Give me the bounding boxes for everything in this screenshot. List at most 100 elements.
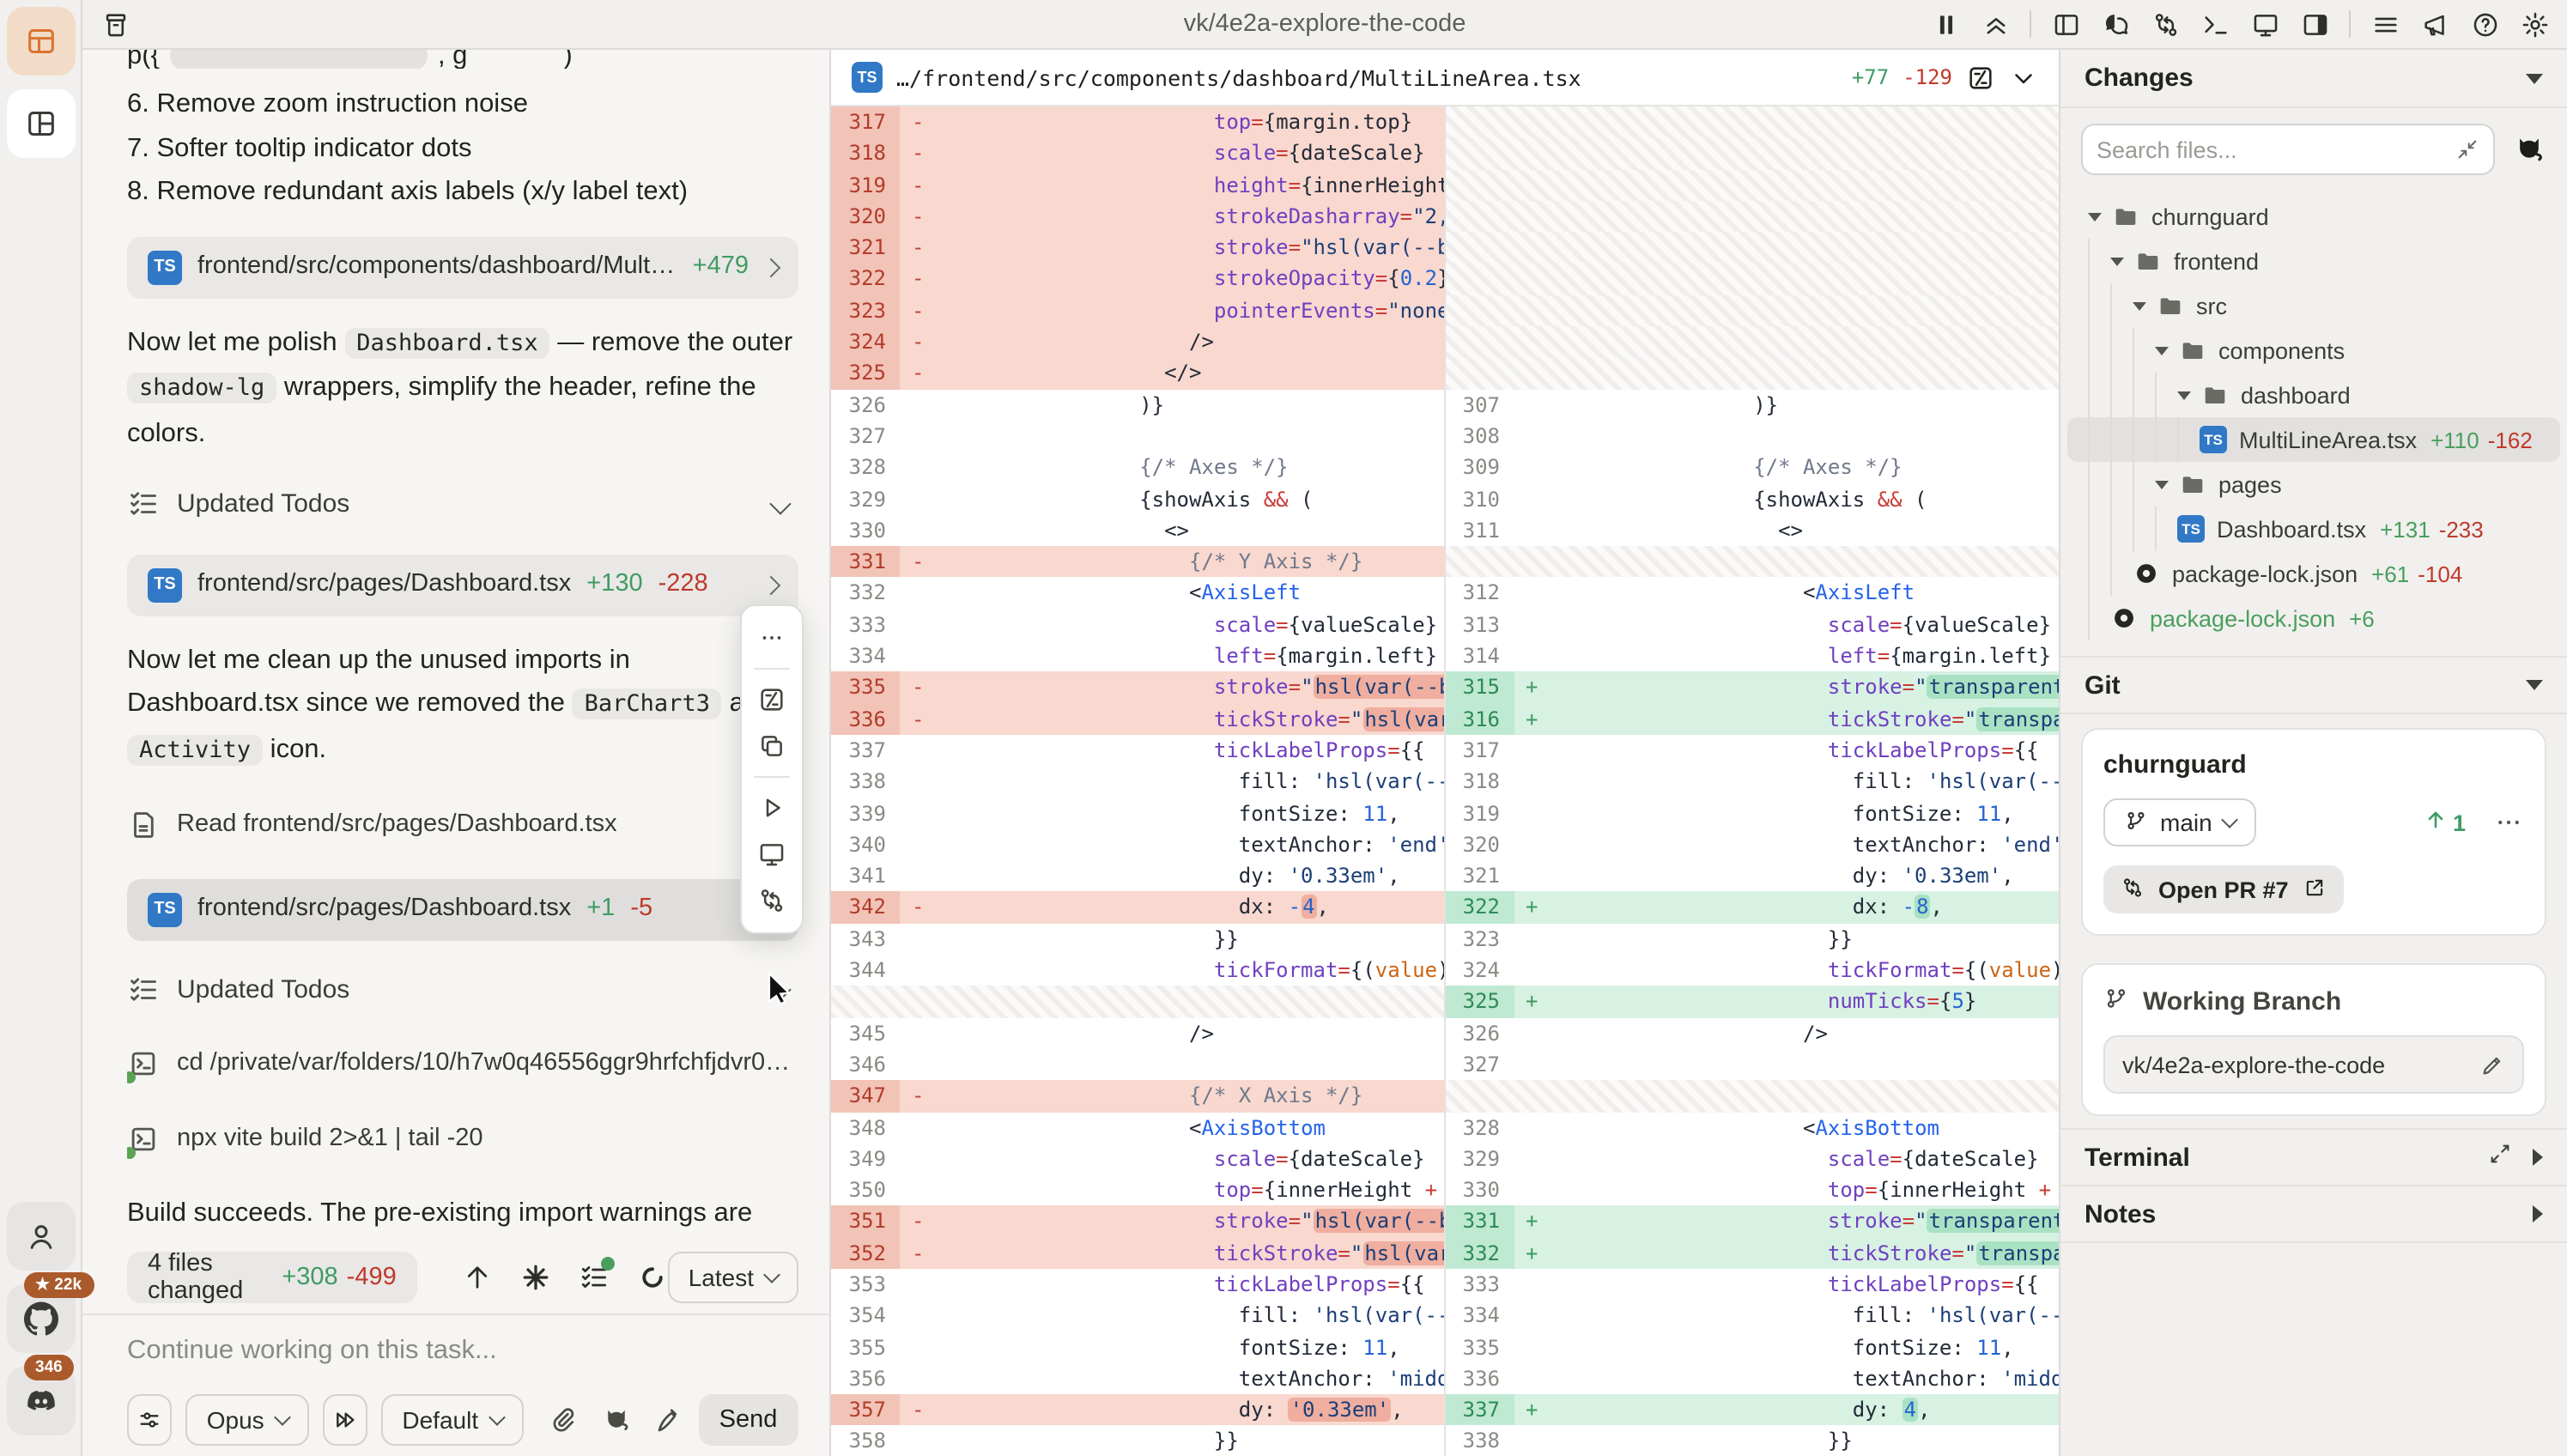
tool-call-row[interactable]: npx vite build 2>&1 | tail -20 bbox=[127, 1117, 798, 1161]
tree-file-package-lock-json[interactable]: package-lock.json+61-104 bbox=[2067, 551, 2560, 596]
tree-folder-dashboard[interactable]: dashboard bbox=[2067, 373, 2560, 417]
diff-table: 317- top={margin.top}318- scale={dateSca… bbox=[831, 106, 2059, 1456]
paperclip-icon[interactable] bbox=[547, 1404, 578, 1435]
rail-item-layout-icon[interactable] bbox=[6, 7, 75, 76]
paragraph-text: — remove the outer bbox=[550, 327, 793, 356]
line-number: 347 bbox=[831, 1080, 900, 1112]
tree-file-dashboard-tsx[interactable]: TSDashboard.tsx+131-233 bbox=[2067, 507, 2560, 551]
latest-version-button[interactable]: Latest bbox=[668, 1252, 798, 1303]
git-compare-icon[interactable] bbox=[742, 877, 802, 924]
drag-dots-icon[interactable] bbox=[742, 615, 802, 661]
diff-icon[interactable] bbox=[742, 676, 802, 723]
file-change-chip[interactable]: TSfrontend/src/components/dashboard/Mult… bbox=[127, 236, 798, 298]
monitor-icon[interactable] bbox=[2249, 9, 2280, 39]
diff-marker bbox=[900, 1363, 941, 1395]
diff-line-old: 350 top={innerHeight + r bbox=[831, 1174, 1445, 1206]
collapse-up-icon[interactable] bbox=[1980, 9, 2011, 39]
files-changed-chip[interactable]: 4 files changed +308 -499 bbox=[127, 1252, 417, 1303]
model-selector[interactable]: Opus bbox=[186, 1394, 309, 1446]
line-number: 331 bbox=[831, 546, 900, 578]
box-icon[interactable] bbox=[100, 9, 130, 39]
rail-item-person-icon[interactable] bbox=[6, 1202, 75, 1271]
open-pr-button[interactable]: Open PR #7 bbox=[2103, 865, 2344, 913]
file-change-chip[interactable]: TSfrontend/src/pages/Dashboard.tsx+1-5 bbox=[127, 878, 798, 940]
todo-list-icon[interactable] bbox=[579, 1262, 610, 1293]
burst-icon[interactable] bbox=[520, 1262, 551, 1293]
list-item: 6. Remove zoom instruction noise bbox=[127, 82, 798, 126]
tree-file-package-lock-json[interactable]: package-lock.json+6 bbox=[2067, 596, 2560, 640]
code-text: )} bbox=[1555, 389, 2059, 421]
monitor-icon[interactable] bbox=[742, 831, 802, 877]
cat-icon[interactable] bbox=[2512, 132, 2546, 167]
collapse-file-icon[interactable] bbox=[2009, 63, 2038, 92]
tree-folder-src[interactable]: src bbox=[2067, 283, 2560, 328]
expand-icon[interactable] bbox=[2488, 1142, 2512, 1173]
help-icon[interactable] bbox=[2469, 9, 2500, 39]
tree-folder-churnguard[interactable]: churnguard bbox=[2067, 194, 2560, 239]
diff-line-new: 338 }} bbox=[1445, 1426, 2059, 1456]
floating-toolbar bbox=[740, 604, 804, 934]
pause-icon[interactable] bbox=[1930, 9, 1961, 39]
edit-branch-icon[interactable] bbox=[2479, 1052, 2505, 1077]
git-section-header[interactable]: Git bbox=[2060, 656, 2567, 714]
diff-marker bbox=[900, 955, 941, 986]
diff-line-old: 342- dx: -4, bbox=[831, 892, 1445, 924]
diff-row: 324- /> bbox=[831, 326, 2059, 358]
diff-line-old: 344 tickFormat={(value) bbox=[831, 955, 1445, 986]
menu-icon[interactable] bbox=[2370, 9, 2400, 39]
cat-icon[interactable] bbox=[600, 1404, 631, 1435]
settings-sliders-button[interactable] bbox=[127, 1394, 173, 1446]
split-panel-icon[interactable] bbox=[2050, 9, 2081, 39]
tree-item-label: components bbox=[2218, 337, 2345, 363]
inline-code: Dashboard.tsx bbox=[344, 327, 549, 358]
fast-forward-button[interactable] bbox=[323, 1394, 368, 1446]
diff-file-path: …/frontend/src/components/dashboard/Mult… bbox=[896, 64, 1838, 90]
git-compare-icon[interactable] bbox=[2150, 9, 2181, 39]
updated-todos-row[interactable]: Updated Todos bbox=[127, 482, 798, 526]
chevron-down-icon[interactable] bbox=[769, 979, 791, 1000]
up-arrow-icon[interactable] bbox=[462, 1262, 493, 1293]
git-label: Git bbox=[2085, 670, 2121, 700]
megaphone-icon[interactable] bbox=[2419, 9, 2450, 39]
collapse-tree-icon[interactable] bbox=[2455, 137, 2479, 161]
pen-icon[interactable] bbox=[653, 1404, 684, 1435]
tree-folder-pages[interactable]: pages bbox=[2067, 462, 2560, 507]
chat-input[interactable] bbox=[127, 1336, 798, 1367]
copy-icon[interactable] bbox=[742, 723, 802, 769]
tool-call-row[interactable]: Read frontend/src/pages/Dashboard.tsx bbox=[127, 804, 798, 847]
code-text: tickLabelProps={{ bbox=[941, 1269, 1443, 1301]
more-actions-icon[interactable] bbox=[2493, 807, 2524, 838]
panel-right-icon[interactable] bbox=[2299, 9, 2330, 39]
search-files-input[interactable] bbox=[2097, 136, 2455, 162]
rail-item-github-icon[interactable]: ★ 22k bbox=[6, 1284, 75, 1353]
terminal-icon[interactable] bbox=[2200, 9, 2230, 39]
diff-line-new: 323 }} bbox=[1445, 923, 2059, 955]
mode-selector[interactable]: Default bbox=[381, 1394, 523, 1446]
working-branch-field[interactable]: vk/4e2a-explore-the-code bbox=[2103, 1035, 2524, 1094]
changes-section-header[interactable]: Changes bbox=[2060, 50, 2567, 108]
terminal-section-header[interactable]: Terminal bbox=[2060, 1128, 2567, 1186]
spinner-icon[interactable] bbox=[637, 1262, 668, 1293]
line-number: 324 bbox=[831, 326, 900, 358]
chat-bubble-icon[interactable] bbox=[2100, 9, 2131, 39]
tool-call-row[interactable]: cd /private/var/folders/10/h7w0q46556ggr… bbox=[127, 1042, 798, 1086]
chevron-down-icon[interactable] bbox=[769, 494, 791, 515]
send-button[interactable]: Send bbox=[698, 1394, 798, 1446]
rail-item-kanban-icon[interactable] bbox=[6, 89, 75, 158]
diff-line-new bbox=[1445, 358, 2059, 390]
diff-view-toggle-icon[interactable] bbox=[1966, 63, 1995, 92]
tree-folder-components[interactable]: components bbox=[2067, 328, 2560, 373]
branch-selector[interactable]: main bbox=[2103, 798, 2257, 846]
gear-icon[interactable] bbox=[2519, 9, 2550, 39]
diff-line-old: 357- dy: '0.33em', bbox=[831, 1394, 1445, 1426]
diff-marker bbox=[1514, 1049, 1555, 1081]
tree-folder-frontend[interactable]: frontend bbox=[2067, 239, 2560, 283]
file-change-chip[interactable]: TSfrontend/src/pages/Dash­board.tsx+130-… bbox=[127, 554, 798, 616]
updated-todos-row[interactable]: Updated Todos bbox=[127, 968, 798, 1011]
rail-item-discord-icon[interactable]: 346 bbox=[6, 1367, 75, 1435]
chevron-down-icon bbox=[274, 1409, 291, 1426]
play-icon[interactable] bbox=[742, 785, 802, 831]
notes-section-header[interactable]: Notes bbox=[2060, 1185, 2567, 1243]
diff-row: 358 }}338 }} bbox=[831, 1426, 2059, 1456]
tree-file-multilinearea-tsx[interactable]: TSMultiLineArea.tsx+110-162 bbox=[2067, 417, 2560, 462]
